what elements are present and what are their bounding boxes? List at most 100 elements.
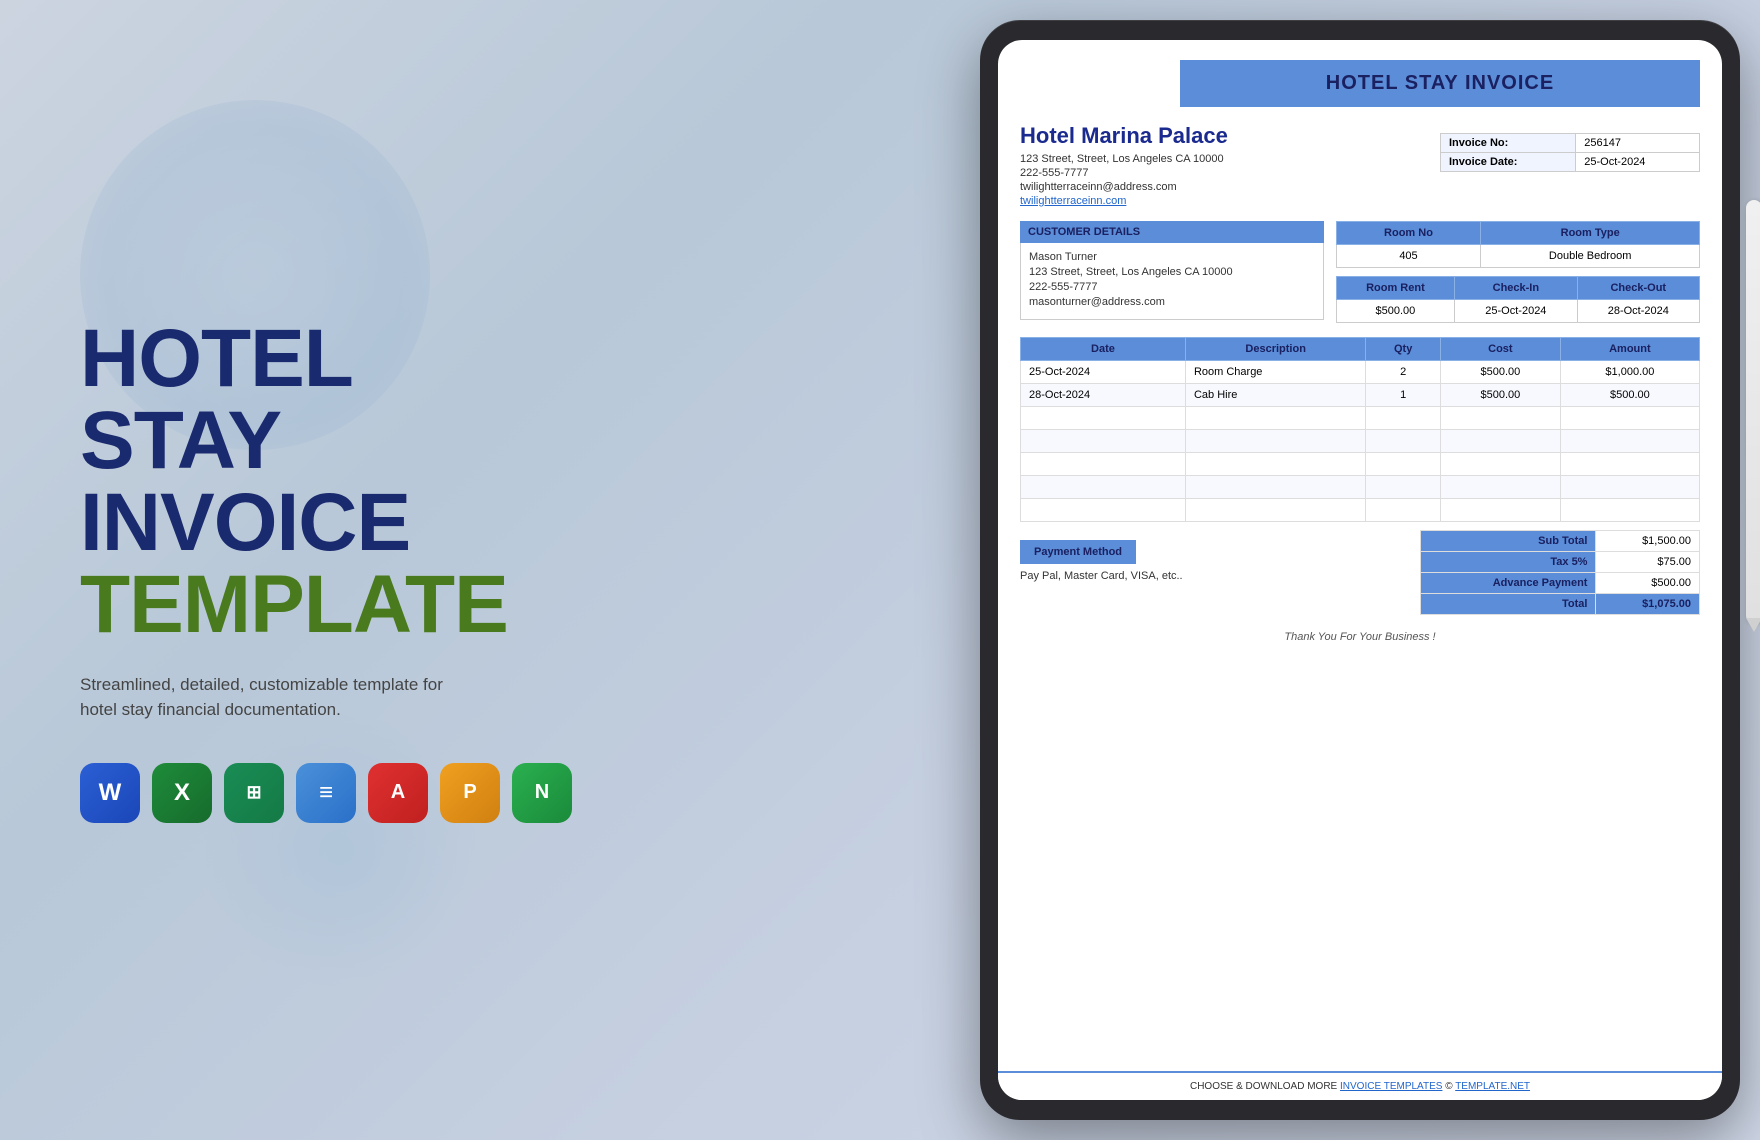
cost-cell: $500.00 <box>1440 384 1560 407</box>
customer-name: Mason Turner <box>1029 251 1315 263</box>
totals-section: Sub Total $1,500.00 Tax 5% $75.00 Advanc… <box>1420 530 1700 615</box>
hotel-website[interactable]: twilightterraceinn.com <box>1020 195 1370 207</box>
table-row <box>1021 407 1700 430</box>
qty-cell <box>1366 407 1441 430</box>
cost-cell <box>1440 499 1560 522</box>
table-row <box>1021 430 1700 453</box>
checkout-header: Check-Out <box>1577 277 1699 300</box>
thank-you: Thank You For Your Business ! <box>1020 631 1700 643</box>
footer-text: CHOOSE & DOWNLOAD MORE <box>1190 1081 1337 1092</box>
pages-icon: P <box>440 763 500 823</box>
customer-phone: 222-555-7777 <box>1029 281 1315 293</box>
qty-cell: 2 <box>1366 361 1441 384</box>
ipad-screen: HOTEL STAY INVOICE Hotel Marina Palace 1… <box>998 40 1722 1100</box>
description-cell <box>1185 407 1365 430</box>
advance-value: $500.00 <box>1596 573 1700 594</box>
advance-label: Advance Payment <box>1421 573 1596 594</box>
total-value: $1,075.00 <box>1596 594 1700 615</box>
amount-cell: $500.00 <box>1560 384 1699 407</box>
hotel-name: Hotel Marina Palace <box>1020 123 1370 149</box>
qty-cell <box>1366 430 1441 453</box>
qty-cell <box>1366 499 1441 522</box>
cost-cell <box>1440 453 1560 476</box>
invoice-date-value: 25-Oct-2024 <box>1576 153 1700 172</box>
room-type-value: Double Bedroom <box>1481 245 1700 268</box>
amount-cell <box>1560 430 1699 453</box>
description-cell <box>1185 430 1365 453</box>
footer-link1[interactable]: INVOICE TEMPLATES <box>1340 1081 1442 1092</box>
date-cell <box>1021 430 1186 453</box>
cost-cell <box>1440 407 1560 430</box>
payment-method-label: Payment Method <box>1020 540 1136 564</box>
qty-cell <box>1366 453 1441 476</box>
amount-header: Amount <box>1560 338 1699 361</box>
payment-method-text: Pay Pal, Master Card, VISA, etc.. <box>1020 570 1404 582</box>
description-cell: Room Charge <box>1185 361 1365 384</box>
checkin-value: 25-Oct-2024 <box>1455 300 1577 323</box>
invoice-date-label: Invoice Date: <box>1441 153 1576 172</box>
date-cell <box>1021 476 1186 499</box>
tax-value: $75.00 <box>1596 552 1700 573</box>
date-cell <box>1021 499 1186 522</box>
sheets-icon: ⊞ <box>224 763 284 823</box>
invoice-content: HOTEL STAY INVOICE Hotel Marina Palace 1… <box>998 40 1722 1071</box>
excel-icon: X <box>152 763 212 823</box>
numbers-icon: N <box>512 763 572 823</box>
room-type-table: Room No Room Type 405 Double Bedroom <box>1336 221 1700 268</box>
room-no-value: 405 <box>1336 245 1481 268</box>
hotel-phone: 222-555-7777 <box>1020 167 1370 179</box>
customer-address: 123 Street, Street, Los Angeles CA 10000 <box>1029 266 1315 278</box>
left-panel: HOTEL STAY INVOICE TEMPLATE Streamlined,… <box>0 0 590 1140</box>
room-type-header: Room Type <box>1481 222 1700 245</box>
amount-cell <box>1560 499 1699 522</box>
footer-link2[interactable]: TEMPLATE.NET <box>1455 1081 1530 1092</box>
customer-header: CUSTOMER DETAILS <box>1020 221 1324 243</box>
table-row: 28-Oct-2024Cab Hire1$500.00$500.00 <box>1021 384 1700 407</box>
invoice-no-value: 256147 <box>1576 134 1700 153</box>
cost-header: Cost <box>1440 338 1560 361</box>
checkin-header: Check-In <box>1455 277 1577 300</box>
sub-total-label: Sub Total <box>1421 531 1596 552</box>
table-row <box>1021 499 1700 522</box>
acrobat-icon: A <box>368 763 428 823</box>
apple-pencil <box>1746 200 1760 620</box>
qty-cell <box>1366 476 1441 499</box>
invoice-title: HOTEL STAY INVOICE <box>1180 60 1700 107</box>
items-table: Date Description Qty Cost Amount 25-Oct-… <box>1020 337 1700 522</box>
payment-section: Payment Method Pay Pal, Master Card, VIS… <box>1020 530 1420 615</box>
hotel-email: twilightterraceinn@address.com <box>1020 181 1370 193</box>
room-no-header: Room No <box>1336 222 1481 245</box>
main-title: HOTEL STAY INVOICE TEMPLATE <box>80 318 530 646</box>
cost-cell <box>1440 476 1560 499</box>
amount-cell <box>1560 453 1699 476</box>
bottom-section: Payment Method Pay Pal, Master Card, VIS… <box>1020 530 1700 615</box>
customer-email: masonturner@address.com <box>1029 296 1315 308</box>
ipad-footer: CHOOSE & DOWNLOAD MORE INVOICE TEMPLATES… <box>998 1071 1722 1100</box>
cost-cell <box>1440 430 1560 453</box>
table-row <box>1021 453 1700 476</box>
customer-section: CUSTOMER DETAILS Mason Turner 123 Street… <box>1020 221 1324 323</box>
customer-body: Mason Turner 123 Street, Street, Los Ang… <box>1020 243 1324 320</box>
description-cell <box>1185 499 1365 522</box>
qty-cell: 1 <box>1366 384 1441 407</box>
amount-cell <box>1560 476 1699 499</box>
room-rent-header: Room Rent <box>1336 277 1455 300</box>
date-cell: 25-Oct-2024 <box>1021 361 1186 384</box>
totals-table: Sub Total $1,500.00 Tax 5% $75.00 Advanc… <box>1420 530 1700 615</box>
room-rent-value: $500.00 <box>1336 300 1455 323</box>
checkout-value: 28-Oct-2024 <box>1577 300 1699 323</box>
invoice-no-label: Invoice No: <box>1441 134 1576 153</box>
docs-icon: ≡ <box>296 763 356 823</box>
description-cell <box>1185 453 1365 476</box>
tax-label: Tax 5% <box>1421 552 1596 573</box>
description-header: Description <box>1185 338 1365 361</box>
app-icons-row: W X ⊞ ≡ A P N <box>80 763 530 823</box>
subtitle: Streamlined, detailed, customizable temp… <box>80 672 460 723</box>
footer-separator: © <box>1445 1081 1455 1092</box>
table-row: 25-Oct-2024Room Charge2$500.00$1,000.00 <box>1021 361 1700 384</box>
qty-header: Qty <box>1366 338 1441 361</box>
amount-cell <box>1560 407 1699 430</box>
table-row <box>1021 476 1700 499</box>
room-section: Room No Room Type 405 Double Bedroom Roo… <box>1336 221 1700 323</box>
date-cell <box>1021 407 1186 430</box>
